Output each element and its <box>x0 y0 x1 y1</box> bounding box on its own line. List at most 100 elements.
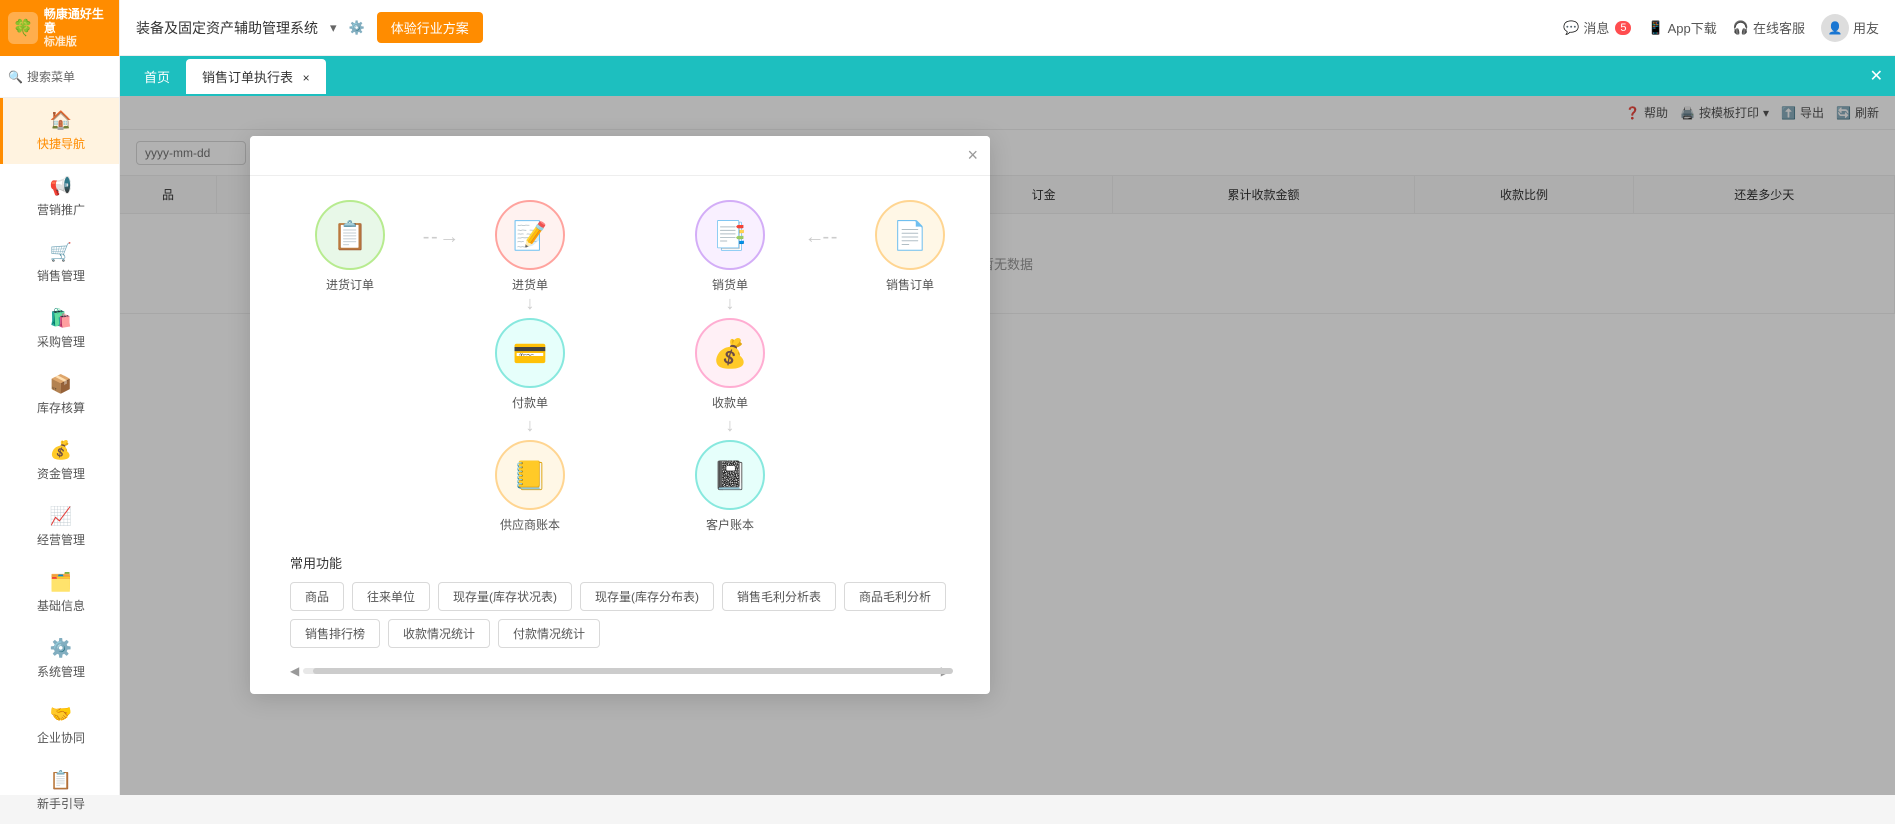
tab-close-icon[interactable]: × <box>303 71 310 85</box>
func-row-2: 销售排行榜 收款情况统计 付款情况统计 <box>290 619 950 648</box>
cooperation-icon: 🤝 <box>50 704 72 725</box>
func-btn-inventory-dist[interactable]: 现存量(库存分布表) <box>580 582 714 611</box>
flow-node-customer-ledger[interactable]: 📓 客户账本 <box>670 440 790 533</box>
main-area: 装备及固定资产辅助管理系统 ▾ ⚙️ 体验行业方案 💬 消息 5 📱 App下载… <box>120 0 1895 795</box>
search-icon: 🔍 <box>8 70 23 84</box>
online-service-btn[interactable]: 🎧 在线客服 <box>1733 18 1805 37</box>
message-icon: 💬 <box>1563 20 1579 36</box>
sidebar-item-guide[interactable]: 📋 新手引导 <box>0 758 119 824</box>
purchase-order-label: 进货订单 <box>326 276 374 293</box>
search-menu-btn[interactable]: 🔍 搜索菜单 <box>8 64 111 89</box>
tab-sales-order[interactable]: 销售订单执行表 × <box>186 59 326 94</box>
sidebar-item-cooperation[interactable]: 🤝 企业协同 <box>0 692 119 758</box>
func-btn-payment-stats[interactable]: 付款情况统计 <box>498 619 600 648</box>
purchase-bill-circle: 📝 <box>495 200 565 270</box>
user-avatar: 👤 <box>1821 14 1849 42</box>
try-button[interactable]: 体验行业方案 <box>377 12 483 43</box>
operation-icon: 📈 <box>50 506 72 527</box>
arrow-pb-down: ↓ <box>526 293 535 314</box>
sidebar: 🍀 畅康通好生意 标准版 🔍 搜索菜单 🏠 快捷导航 📢 营销推广 🛒 销售管理… <box>0 0 120 795</box>
func-btn-sales-ranking[interactable]: 销售排行榜 <box>290 619 380 648</box>
arrow-sb-down: ↓ <box>726 293 735 314</box>
message-btn[interactable]: 💬 消息 5 <box>1563 18 1631 37</box>
sales-order-circle: 📄 <box>875 200 945 270</box>
modal-body: 📋 进货订单 - - → 📝 进货单 <box>250 176 990 694</box>
purchase-order-circle: 📋 <box>315 200 385 270</box>
func-btn-receipt-stats[interactable]: 收款情况统计 <box>388 619 490 648</box>
flow-node-supplier-ledger[interactable]: 📒 供应商账本 <box>470 440 590 533</box>
func-btn-inventory-status[interactable]: 现存量(库存状况表) <box>438 582 572 611</box>
header-left: 装备及固定资产辅助管理系统 ▾ ⚙️ 体验行业方案 <box>136 12 483 43</box>
flow-node-sales-order[interactable]: 📄 销售订单 <box>850 200 970 293</box>
supplier-ledger-label: 供应商账本 <box>500 516 560 533</box>
flow-node-purchase-bill[interactable]: 📝 进货单 <box>470 200 590 293</box>
modal-close-btn[interactable]: × <box>967 146 978 164</box>
common-functions-title: 常用功能 <box>290 553 950 572</box>
purchase-bill-label: 进货单 <box>512 276 548 293</box>
sidebar-search[interactable]: 🔍 搜索菜单 <box>0 56 119 98</box>
system-icon: ⚙️ <box>50 638 72 659</box>
flow-node-payment-bill[interactable]: 💳 付款单 <box>470 318 590 411</box>
func-btn-product-gross[interactable]: 商品毛利分析 <box>844 582 946 611</box>
app-logo: 🍀 畅康通好生意 标准版 <box>0 0 119 56</box>
modal-header: × <box>250 136 990 176</box>
customer-ledger-circle: 📓 <box>695 440 765 510</box>
tab-home[interactable]: 首页 <box>128 59 186 94</box>
system-title: 装备及固定资产辅助管理系统 <box>136 18 318 38</box>
header-right: 💬 消息 5 📱 App下载 🎧 在线客服 👤 用友 <box>1563 14 1879 42</box>
payment-bill-circle: 💳 <box>495 318 565 388</box>
dropdown-icon[interactable]: ▾ <box>330 20 337 36</box>
modal-scrollbar-area: ◀ ▶ <box>290 664 950 678</box>
sidebar-item-marketing[interactable]: 📢 营销推广 <box>0 164 119 230</box>
sidebar-item-inventory[interactable]: 📦 库存核算 <box>0 362 119 428</box>
sidebar-item-sales[interactable]: 🛒 销售管理 <box>0 230 119 296</box>
func-btn-sales-gross[interactable]: 销售毛利分析表 <box>722 582 836 611</box>
payment-bill-label: 付款单 <box>512 394 548 411</box>
func-btn-counterparty[interactable]: 往来单位 <box>352 582 430 611</box>
receipt-bill-label: 收款单 <box>712 394 748 411</box>
service-icon: 🎧 <box>1733 20 1749 36</box>
arrow-so-to-sb: ←- - <box>805 226 836 249</box>
flow-node-receipt-bill[interactable]: 💰 收款单 <box>670 318 790 411</box>
settings-icon[interactable]: ⚙️ <box>349 20 365 36</box>
scrollbar-thumb[interactable] <box>313 668 953 674</box>
sales-bill-circle: 📑 <box>695 200 765 270</box>
sidebar-item-system[interactable]: ⚙️ 系统管理 <box>0 626 119 692</box>
logo-text: 畅康通好生意 标准版 <box>44 7 111 49</box>
logo-icon: 🍀 <box>8 12 38 44</box>
top-header: 装备及固定资产辅助管理系统 ▾ ⚙️ 体验行业方案 💬 消息 5 📱 App下载… <box>120 0 1895 56</box>
flow-node-purchase-order[interactable]: 📋 进货订单 <box>290 200 410 293</box>
customer-ledger-label: 客户账本 <box>706 516 754 533</box>
func-row-1: 商品 往来单位 现存量(库存状况表) 现存量(库存分布表) 销售毛利分析表 商品… <box>290 582 950 611</box>
sidebar-item-finance[interactable]: 💰 资金管理 <box>0 428 119 494</box>
sales-order-label: 销售订单 <box>886 276 934 293</box>
scroll-left-btn[interactable]: ◀ <box>290 664 299 678</box>
sidebar-item-operation[interactable]: 📈 经营管理 <box>0 494 119 560</box>
flow-node-sales-bill[interactable]: 📑 销货单 <box>670 200 790 293</box>
modal-dialog: × 📋 进货订单 <box>250 136 990 694</box>
purchase-icon: 🛍️ <box>50 308 72 329</box>
tab-close-corner-icon[interactable]: ✕ <box>1870 66 1883 86</box>
basic-icon: 🗂️ <box>50 572 72 593</box>
func-btn-product[interactable]: 商品 <box>290 582 344 611</box>
supplier-ledger-circle: 📒 <box>495 440 565 510</box>
message-badge: 5 <box>1615 21 1631 35</box>
marketing-icon: 📢 <box>50 176 72 197</box>
guide-icon: 📋 <box>50 770 72 791</box>
receipt-bill-circle: 💰 <box>695 318 765 388</box>
user-menu[interactable]: 👤 用友 <box>1821 14 1879 42</box>
sidebar-item-basic[interactable]: 🗂️ 基础信息 <box>0 560 119 626</box>
inventory-icon: 📦 <box>50 374 72 395</box>
arrow-po-to-pb: - - → <box>423 226 457 249</box>
sales-icon: 🛒 <box>50 242 72 263</box>
download-icon: 📱 <box>1647 20 1663 36</box>
sidebar-item-quick-nav[interactable]: 🏠 快捷导航 <box>0 98 119 164</box>
arrow-rec-down: ↓ <box>726 415 735 436</box>
modal-overlay[interactable]: × 📋 进货订单 <box>120 96 1895 795</box>
app-download-btn[interactable]: 📱 App下载 <box>1647 18 1716 37</box>
sales-bill-label: 销货单 <box>712 276 748 293</box>
tab-bar: 首页 销售订单执行表 × ✕ <box>120 56 1895 96</box>
common-functions: 常用功能 商品 往来单位 现存量(库存状况表) 现存量(库存分布表) 销售毛利分… <box>290 553 950 648</box>
sidebar-item-purchase[interactable]: 🛍️ 采购管理 <box>0 296 119 362</box>
home-icon: 🏠 <box>50 110 72 131</box>
